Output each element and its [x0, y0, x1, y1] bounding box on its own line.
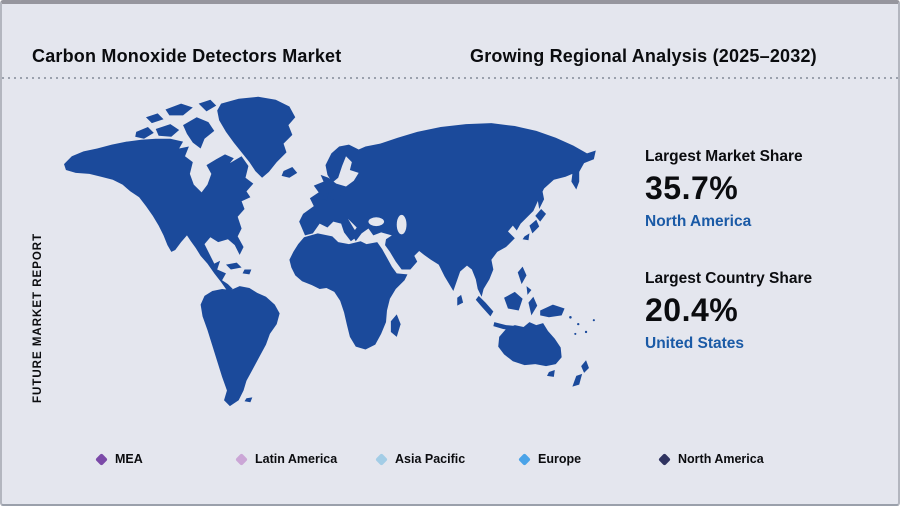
legend-diamond-icon	[518, 452, 531, 466]
legend-label: Latin America	[255, 452, 338, 466]
legend-label: North America	[678, 452, 764, 466]
legend-diamond-icon	[375, 452, 388, 466]
legend-diamond-icon	[95, 452, 108, 466]
legend-label: Asia Pacific	[395, 452, 466, 466]
continent-south-america	[200, 286, 280, 407]
stat-region: United States	[645, 335, 745, 352]
stat-label: Largest Country Share	[645, 270, 813, 287]
legend-label: Europe	[538, 452, 582, 466]
legend-item: Asia Pacific	[375, 452, 466, 466]
world-map	[64, 96, 596, 407]
legend-item: Latin America	[235, 452, 338, 466]
brand-watermark: FUTURE MARKET REPORT	[32, 232, 44, 404]
infographic-frame: Carbon Monoxide Detectors Market Growing…	[0, 0, 900, 506]
legend-diamond-icon	[235, 452, 248, 466]
caribbean-islands	[225, 262, 252, 275]
legend-item: Europe	[518, 452, 582, 466]
caspian-sea	[396, 214, 407, 235]
pacific-islet	[584, 330, 588, 334]
continent-australia	[498, 322, 562, 377]
legend-item: MEA	[95, 452, 143, 466]
legend-diamond-icon	[658, 452, 671, 466]
sri-lanka	[457, 294, 464, 306]
pacific-islet	[577, 322, 580, 326]
stat-region: North America	[645, 213, 752, 230]
pacific-islet	[574, 332, 577, 335]
black-sea	[368, 217, 385, 227]
page-title: Carbon Monoxide Detectors Market	[32, 46, 342, 66]
page-subtitle: Growing Regional Analysis (2025–2032)	[470, 46, 817, 66]
stat-value: 35.7%	[645, 170, 739, 206]
legend-label: MEA	[115, 452, 143, 466]
pacific-islet	[569, 316, 572, 319]
pacific-islet	[592, 319, 595, 322]
continent-north-america	[64, 138, 254, 292]
stat-label: Largest Market Share	[645, 148, 803, 165]
new-zealand	[572, 360, 589, 387]
stat-value: 20.4%	[645, 292, 739, 328]
legend-item: North America	[658, 452, 764, 466]
dotted-separator	[2, 77, 898, 79]
madagascar	[390, 314, 401, 337]
